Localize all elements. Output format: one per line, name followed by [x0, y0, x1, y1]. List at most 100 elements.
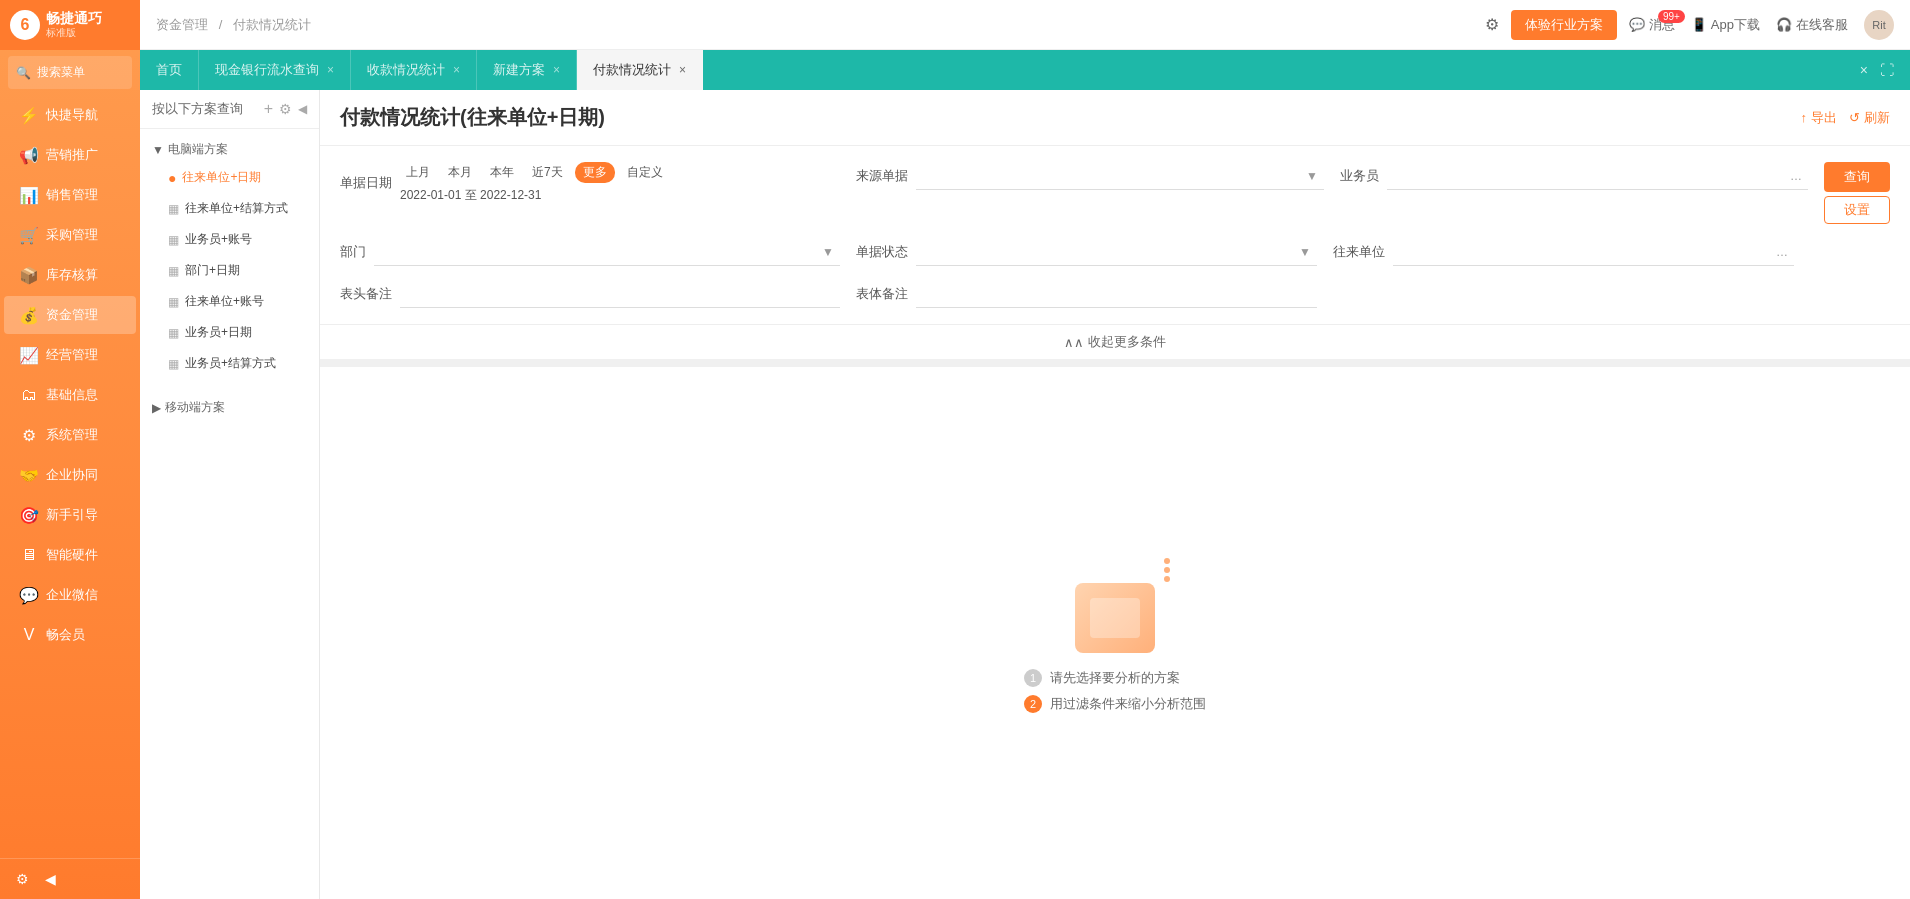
body-note-label: 表体备注 — [856, 285, 908, 303]
tab-close-all-btn[interactable]: × — [1856, 58, 1872, 82]
date-range: 2022-01-01 至 2022-12-31 — [400, 187, 669, 204]
tab-new-scheme-close[interactable]: × — [553, 63, 560, 77]
sidebar-item-system[interactable]: ⚙ 系统管理 — [4, 416, 136, 454]
query-button[interactable]: 查询 — [1824, 162, 1890, 192]
header-settings-icon[interactable]: ⚙ — [1485, 15, 1499, 34]
scheme-item-staff-account[interactable]: ▦ 业务员+账号 — [140, 224, 319, 255]
tab-collection[interactable]: 收款情况统计 × — [351, 50, 477, 90]
refresh-label: 刷新 — [1864, 109, 1890, 127]
scheme-add-icon[interactable]: + — [264, 100, 273, 118]
tip-text-2: 用过滤条件来缩小分析范围 — [1050, 695, 1206, 713]
tab-payment-close[interactable]: × — [679, 63, 686, 77]
scheme-item-unit-settle[interactable]: ▦ 往来单位+结算方式 — [140, 193, 319, 224]
export-btn[interactable]: ↑ 导出 — [1801, 109, 1838, 127]
scheme-collapse-icon[interactable]: ◀ — [298, 102, 307, 116]
collapse-more-btn[interactable]: ∧∧ 收起更多条件 — [320, 324, 1910, 359]
page-title-bar: 付款情况统计(往来单位+日期) ↑ 导出 ↺ 刷新 — [320, 90, 1910, 146]
service-btn[interactable]: 🎧 在线客服 — [1776, 16, 1848, 34]
query-btn-area: 查询 设置 — [1824, 162, 1890, 224]
empty-dots — [1164, 558, 1170, 582]
scheme-item-chart-icon: ▦ — [168, 295, 179, 309]
header-note-input[interactable] — [400, 280, 840, 308]
sales-icon: 📊 — [20, 186, 38, 204]
content-area: 按以下方案查询 + ⚙ ◀ ▼ 电脑端方案 ● 往来单位+日期 ▦ — [140, 90, 1910, 899]
date-btn-7days[interactable]: 近7天 — [526, 162, 569, 183]
scheme-item-active-icon: ● — [168, 170, 176, 186]
sidebar-item-label: 经营管理 — [46, 346, 98, 364]
scheme-item-label: 业务员+日期 — [185, 324, 252, 341]
search-menu[interactable]: 🔍 搜索菜单 — [8, 56, 132, 89]
sidebar-item-operation[interactable]: 📈 经营管理 — [4, 336, 136, 374]
tab-fullscreen-btn[interactable]: ⛶ — [1876, 58, 1898, 82]
dept-select[interactable]: ▼ — [374, 238, 840, 266]
message-btn[interactable]: 💬 消息 99+ — [1629, 16, 1675, 34]
dot-2 — [1164, 567, 1170, 573]
staff-dropdown-icon: … — [1790, 169, 1802, 183]
sidebar-item-hardware[interactable]: 🖥 智能硬件 — [4, 536, 136, 574]
filter-dept: 部门 ▼ — [340, 238, 840, 266]
tab-bar: 首页 现金银行流水查询 × 收款情况统计 × 新建方案 × 付款情况统计 × ×… — [140, 50, 1910, 90]
sidebar-item-sales[interactable]: 📊 销售管理 — [4, 176, 136, 214]
date-btn-custom[interactable]: 自定义 — [621, 162, 669, 183]
trial-button[interactable]: 体验行业方案 — [1511, 10, 1617, 40]
scheme-item-dept-date[interactable]: ▦ 部门+日期 — [140, 255, 319, 286]
tab-collection-close[interactable]: × — [453, 63, 460, 77]
scheme-section-mobile: ▶ 移动端方案 — [140, 387, 319, 428]
sidebar-item-stock[interactable]: 📦 库存核算 — [4, 256, 136, 294]
sidebar-item-label: 智能硬件 — [46, 546, 98, 564]
empty-illustration — [1055, 553, 1175, 653]
sidebar-item-label: 新手引导 — [46, 506, 98, 524]
scheme-settings-icon[interactable]: ⚙ — [279, 101, 292, 117]
scheme-item-staff-date[interactable]: ▦ 业务员+日期 — [140, 317, 319, 348]
scheme-item-label: 往来单位+结算方式 — [185, 200, 288, 217]
sidebar-item-shortcut[interactable]: ⚡ 快捷导航 — [4, 96, 136, 134]
date-options: 上月 本月 本年 近7天 更多 自定义 2022-01-01 至 2022-12… — [400, 162, 669, 204]
sidebar-item-capital[interactable]: 💰 资金管理 — [4, 296, 136, 334]
tab-cashflow-close[interactable]: × — [327, 63, 334, 77]
date-btn-last-month[interactable]: 上月 — [400, 162, 436, 183]
staff-select[interactable]: … — [1387, 162, 1808, 190]
section-title-label: 电脑端方案 — [168, 141, 228, 158]
sidebar-item-member[interactable]: V 畅会员 — [4, 616, 136, 654]
user-avatar[interactable]: Rit — [1864, 10, 1894, 40]
date-value-row: 上月 本月 本年 近7天 更多 自定义 — [400, 162, 669, 183]
sidebar-item-marketing[interactable]: 📢 营销推广 — [4, 136, 136, 174]
unit-select[interactable]: … — [1393, 238, 1794, 266]
settings-button[interactable]: 设置 — [1824, 196, 1890, 224]
stock-icon: 📦 — [20, 266, 38, 284]
filter-body-note: 表体备注 — [856, 280, 1317, 308]
scheme-item-icon: ▦ — [168, 264, 179, 278]
tab-cashflow[interactable]: 现金银行流水查询 × — [199, 50, 351, 90]
filter-row-3: 表头备注 表体备注 — [340, 280, 1890, 308]
sidebar-item-purchase[interactable]: 🛒 采购管理 — [4, 216, 136, 254]
tab-home[interactable]: 首页 — [140, 50, 199, 90]
corp-icon: 🤝 — [20, 466, 38, 484]
date-btn-this-year[interactable]: 本年 — [484, 162, 520, 183]
scheme-section-desktop-title[interactable]: ▼ 电脑端方案 — [140, 137, 319, 162]
dot-3 — [1164, 576, 1170, 582]
body-note-input[interactable] — [916, 280, 1317, 308]
scheme-item-unit-account[interactable]: ▦ 往来单位+账号 — [140, 286, 319, 317]
app-download-btn[interactable]: 📱 App下载 — [1691, 16, 1760, 34]
refresh-btn[interactable]: ↺ 刷新 — [1849, 109, 1890, 127]
tab-new-scheme[interactable]: 新建方案 × — [477, 50, 577, 90]
sidebar-item-guide[interactable]: 🎯 新手引导 — [4, 496, 136, 534]
sidebar-item-wechat[interactable]: 💬 企业微信 — [4, 576, 136, 614]
sidebar-item-label: 库存核算 — [46, 266, 98, 284]
scheme-item-unit-date[interactable]: ● 往来单位+日期 — [140, 162, 319, 193]
doc-status-select[interactable]: ▼ — [916, 238, 1317, 266]
date-btn-this-month[interactable]: 本月 — [442, 162, 478, 183]
sidebar-item-basic[interactable]: 🗂 基础信息 — [4, 376, 136, 414]
sidebar-item-corp[interactable]: 🤝 企业协同 — [4, 456, 136, 494]
scheme-section-mobile-title[interactable]: ▶ 移动端方案 — [140, 395, 319, 420]
tab-payment[interactable]: 付款情况统计 × — [577, 50, 703, 90]
source-label: 来源单据 — [856, 167, 908, 185]
sidebar-settings-btn[interactable]: ⚙ — [12, 867, 33, 891]
sidebar-collapse-btn[interactable]: ◀ — [41, 867, 60, 891]
empty-tip-2: 2 用过滤条件来缩小分析范围 — [1024, 695, 1206, 713]
scheme-item-staff-settle[interactable]: ▦ 业务员+结算方式 — [140, 348, 319, 379]
source-select[interactable]: ▼ — [916, 162, 1324, 190]
date-btn-more[interactable]: 更多 — [575, 162, 615, 183]
filter-staff: 业务员 … — [1340, 162, 1808, 190]
sidebar-item-label: 企业协同 — [46, 466, 98, 484]
